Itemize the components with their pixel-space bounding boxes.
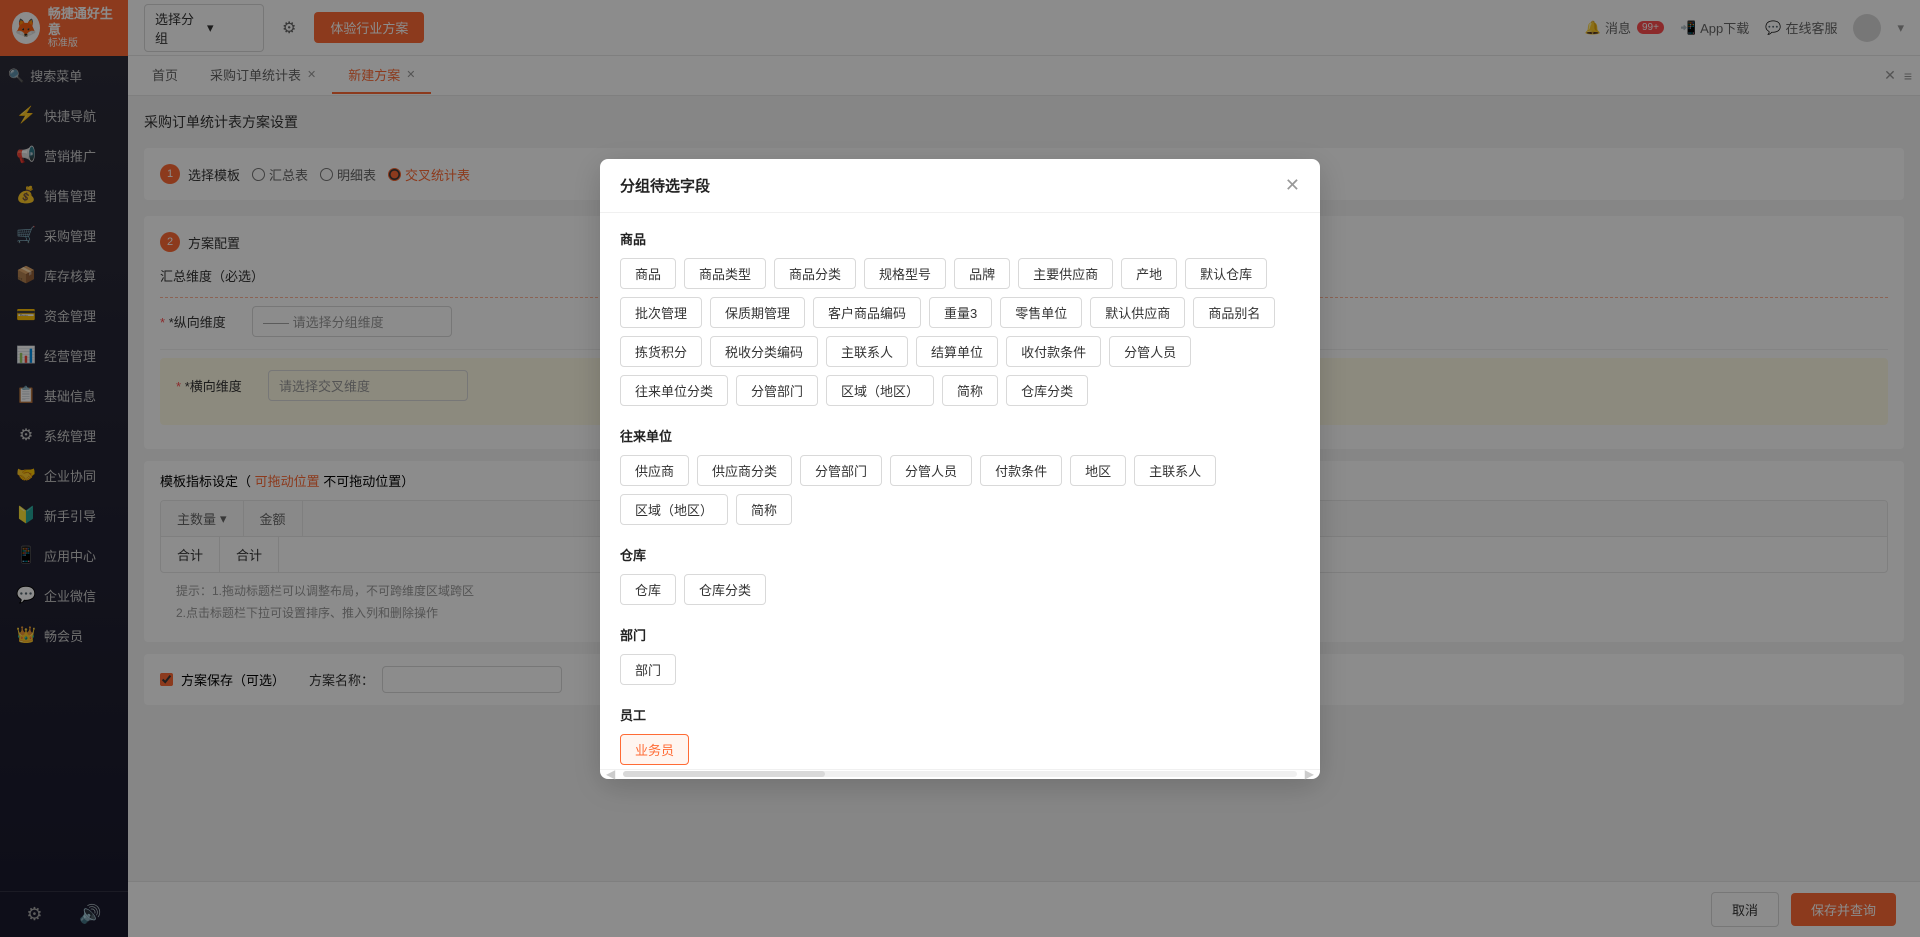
field-tag-partner-area[interactable]: 区域（地区） — [620, 494, 728, 525]
field-tag-default-warehouse[interactable]: 默认仓库 — [1185, 258, 1267, 289]
field-tag-product-category[interactable]: 商品分类 — [774, 258, 856, 289]
employee-group-title: 员工 — [620, 705, 1300, 724]
field-group-warehouse: 仓库 仓库 仓库分类 — [620, 545, 1300, 605]
department-group-title: 部门 — [620, 625, 1300, 644]
field-tag-region[interactable]: 区域（地区） — [826, 375, 934, 406]
field-group-department: 部门 部门 — [620, 625, 1300, 685]
field-tag-partner-region[interactable]: 地区 — [1070, 455, 1126, 486]
warehouse-field-tags: 仓库 仓库分类 — [620, 574, 1300, 605]
field-tag-product-alias[interactable]: 商品别名 — [1193, 297, 1275, 328]
field-tag-warehouse-category[interactable]: 仓库分类 — [1006, 375, 1088, 406]
field-tag-payment-terms[interactable]: 收付款条件 — [1006, 336, 1101, 367]
field-tag-product-type[interactable]: 商品类型 — [684, 258, 766, 289]
field-tag-manager[interactable]: 分管人员 — [1109, 336, 1191, 367]
field-tag-origin[interactable]: 产地 — [1121, 258, 1177, 289]
field-tag-warehouse[interactable]: 仓库 — [620, 574, 676, 605]
field-tag-supplier-category[interactable]: 供应商分类 — [697, 455, 792, 486]
field-tag-main-contact[interactable]: 主联系人 — [826, 336, 908, 367]
field-tag-expiry-mgmt[interactable]: 保质期管理 — [710, 297, 805, 328]
product-field-tags: 商品 商品类型 商品分类 规格型号 品牌 主要供应商 产地 默认仓库 批次管理 … — [620, 258, 1300, 406]
field-tag-short-name[interactable]: 简称 — [942, 375, 998, 406]
partner-field-tags: 供应商 供应商分类 分管部门 分管人员 付款条件 地区 主联系人 区域（地区） … — [620, 455, 1300, 525]
modal-header: 分组待选字段 ✕ — [600, 159, 1320, 213]
department-field-tags: 部门 — [620, 654, 1300, 685]
hscroll-left-arrow[interactable]: ◀ — [606, 767, 615, 781]
hscroll-track — [623, 771, 1297, 777]
field-group-employee: 员工 业务员 — [620, 705, 1300, 765]
field-tag-partner-payment[interactable]: 付款条件 — [980, 455, 1062, 486]
field-tag-warehouse-type[interactable]: 仓库分类 — [684, 574, 766, 605]
product-group-title: 商品 — [620, 229, 1300, 248]
warehouse-group-title: 仓库 — [620, 545, 1300, 564]
field-tag-partner-manager[interactable]: 分管人员 — [890, 455, 972, 486]
hscroll-thumb[interactable] — [623, 771, 825, 777]
employee-field-tags: 业务员 — [620, 734, 1300, 765]
field-tag-weight3[interactable]: 重量3 — [929, 297, 992, 328]
field-tag-supplier[interactable]: 供应商 — [620, 455, 689, 486]
field-tag-brand[interactable]: 品牌 — [954, 258, 1010, 289]
field-tag-product[interactable]: 商品 — [620, 258, 676, 289]
field-tag-source-unit-category[interactable]: 往来单位分类 — [620, 375, 728, 406]
partner-group-title: 往来单位 — [620, 426, 1300, 445]
field-group-partner: 往来单位 供应商 供应商分类 分管部门 分管人员 付款条件 地区 主联系人 区域… — [620, 426, 1300, 525]
field-tag-pickup-points[interactable]: 拣货积分 — [620, 336, 702, 367]
hscroll-right-arrow[interactable]: ▶ — [1305, 767, 1314, 781]
modal-close-button[interactable]: ✕ — [1285, 175, 1300, 196]
field-tag-department[interactable]: 部门 — [620, 654, 676, 685]
field-tag-partner-short[interactable]: 简称 — [736, 494, 792, 525]
field-tag-customer-code[interactable]: 客户商品编码 — [813, 297, 921, 328]
field-tag-batch-mgmt[interactable]: 批次管理 — [620, 297, 702, 328]
field-tag-settlement-unit[interactable]: 结算单位 — [916, 336, 998, 367]
field-tag-partner-dept[interactable]: 分管部门 — [800, 455, 882, 486]
modal-overlay: 分组待选字段 ✕ 商品 商品 商品类型 商品分类 规格型号 品牌 主要供应商 产… — [0, 0, 1920, 937]
field-tag-partner-contact[interactable]: 主联系人 — [1134, 455, 1216, 486]
modal-hscrollbar[interactable]: ◀ ▶ — [600, 769, 1320, 779]
modal-body: 商品 商品 商品类型 商品分类 规格型号 品牌 主要供应商 产地 默认仓库 批次… — [600, 213, 1320, 769]
field-tag-default-supplier[interactable]: 默认供应商 — [1090, 297, 1185, 328]
field-tag-salesperson[interactable]: 业务员 — [620, 734, 689, 765]
field-tag-tax-code[interactable]: 税收分类编码 — [710, 336, 818, 367]
field-tag-spec-model[interactable]: 规格型号 — [864, 258, 946, 289]
field-group-product: 商品 商品 商品类型 商品分类 规格型号 品牌 主要供应商 产地 默认仓库 批次… — [620, 229, 1300, 406]
field-select-modal: 分组待选字段 ✕ 商品 商品 商品类型 商品分类 规格型号 品牌 主要供应商 产… — [600, 159, 1320, 779]
field-tag-main-supplier[interactable]: 主要供应商 — [1018, 258, 1113, 289]
field-tag-retail-unit[interactable]: 零售单位 — [1000, 297, 1082, 328]
field-tag-dept[interactable]: 分管部门 — [736, 375, 818, 406]
modal-title: 分组待选字段 — [620, 175, 710, 196]
